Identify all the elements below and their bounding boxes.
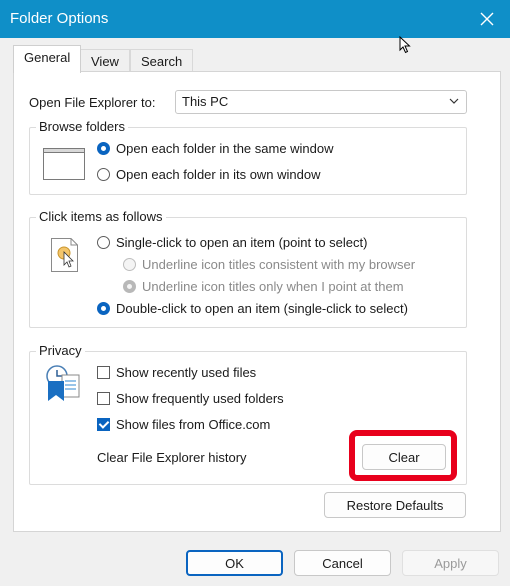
title-bar: Folder Options bbox=[0, 0, 510, 38]
single-click-label: Single-click to open an item (point to s… bbox=[116, 235, 368, 250]
privacy-title: Privacy bbox=[36, 343, 85, 358]
underline-point-radio bbox=[123, 280, 136, 293]
clear-button-highlight bbox=[349, 430, 457, 481]
show-office-checkbox[interactable] bbox=[97, 418, 110, 431]
underline-browser-option: Underline icon titles consistent with my… bbox=[123, 257, 415, 272]
browse-folders-icon bbox=[43, 148, 85, 183]
ok-button[interactable]: OK bbox=[186, 550, 283, 576]
close-button[interactable] bbox=[464, 0, 510, 38]
clear-history-label: Clear File Explorer history bbox=[97, 450, 247, 465]
tab-general[interactable]: General bbox=[13, 45, 82, 73]
browse-same-window-radio[interactable] bbox=[97, 142, 110, 155]
browse-folders-title: Browse folders bbox=[36, 119, 128, 134]
privacy-files-icon bbox=[44, 363, 84, 406]
browse-same-window-label: Open each folder in the same window bbox=[116, 141, 334, 156]
restore-defaults-button[interactable]: Restore Defaults bbox=[324, 492, 466, 518]
double-click-label: Double-click to open an item (single-cli… bbox=[116, 301, 408, 316]
click-items-title: Click items as follows bbox=[36, 209, 166, 224]
show-frequent-label: Show frequently used folders bbox=[116, 391, 284, 406]
show-recent-label: Show recently used files bbox=[116, 365, 257, 380]
click-document-icon bbox=[51, 238, 79, 275]
close-icon bbox=[480, 12, 494, 26]
single-click-option[interactable]: Single-click to open an item (point to s… bbox=[97, 235, 367, 250]
show-recent-checkbox[interactable] bbox=[97, 366, 110, 379]
show-frequent-option[interactable]: Show frequently used folders bbox=[97, 391, 284, 406]
browse-own-window-option[interactable]: Open each folder in its own window bbox=[97, 167, 321, 182]
underline-browser-radio bbox=[123, 258, 136, 271]
underline-point-label: Underline icon titles only when I point … bbox=[142, 279, 404, 294]
show-office-label: Show files from Office.com bbox=[116, 417, 271, 432]
show-frequent-checkbox[interactable] bbox=[97, 392, 110, 405]
window-title: Folder Options bbox=[10, 10, 109, 27]
show-recent-option[interactable]: Show recently used files bbox=[97, 365, 256, 380]
single-click-radio[interactable] bbox=[97, 236, 110, 249]
open-explorer-select[interactable]: This PC bbox=[175, 90, 467, 114]
browse-same-window-option[interactable]: Open each folder in the same window bbox=[97, 141, 334, 156]
chevron-down-icon bbox=[449, 98, 459, 104]
underline-browser-label: Underline icon titles consistent with my… bbox=[142, 257, 416, 272]
double-click-option[interactable]: Double-click to open an item (single-cli… bbox=[97, 301, 408, 316]
apply-button[interactable]: Apply bbox=[402, 550, 499, 576]
mouse-cursor-icon bbox=[399, 36, 411, 54]
browse-folders-group: Browse folders bbox=[29, 119, 467, 195]
browse-own-window-radio[interactable] bbox=[97, 168, 110, 181]
open-explorer-label: Open File Explorer to: bbox=[29, 95, 156, 110]
underline-point-option: Underline icon titles only when I point … bbox=[123, 279, 404, 294]
open-explorer-value: This PC bbox=[182, 94, 229, 109]
cancel-button[interactable]: Cancel bbox=[294, 550, 391, 576]
browse-own-window-label: Open each folder in its own window bbox=[116, 167, 321, 182]
double-click-radio[interactable] bbox=[97, 302, 110, 315]
show-office-option[interactable]: Show files from Office.com bbox=[97, 417, 270, 432]
